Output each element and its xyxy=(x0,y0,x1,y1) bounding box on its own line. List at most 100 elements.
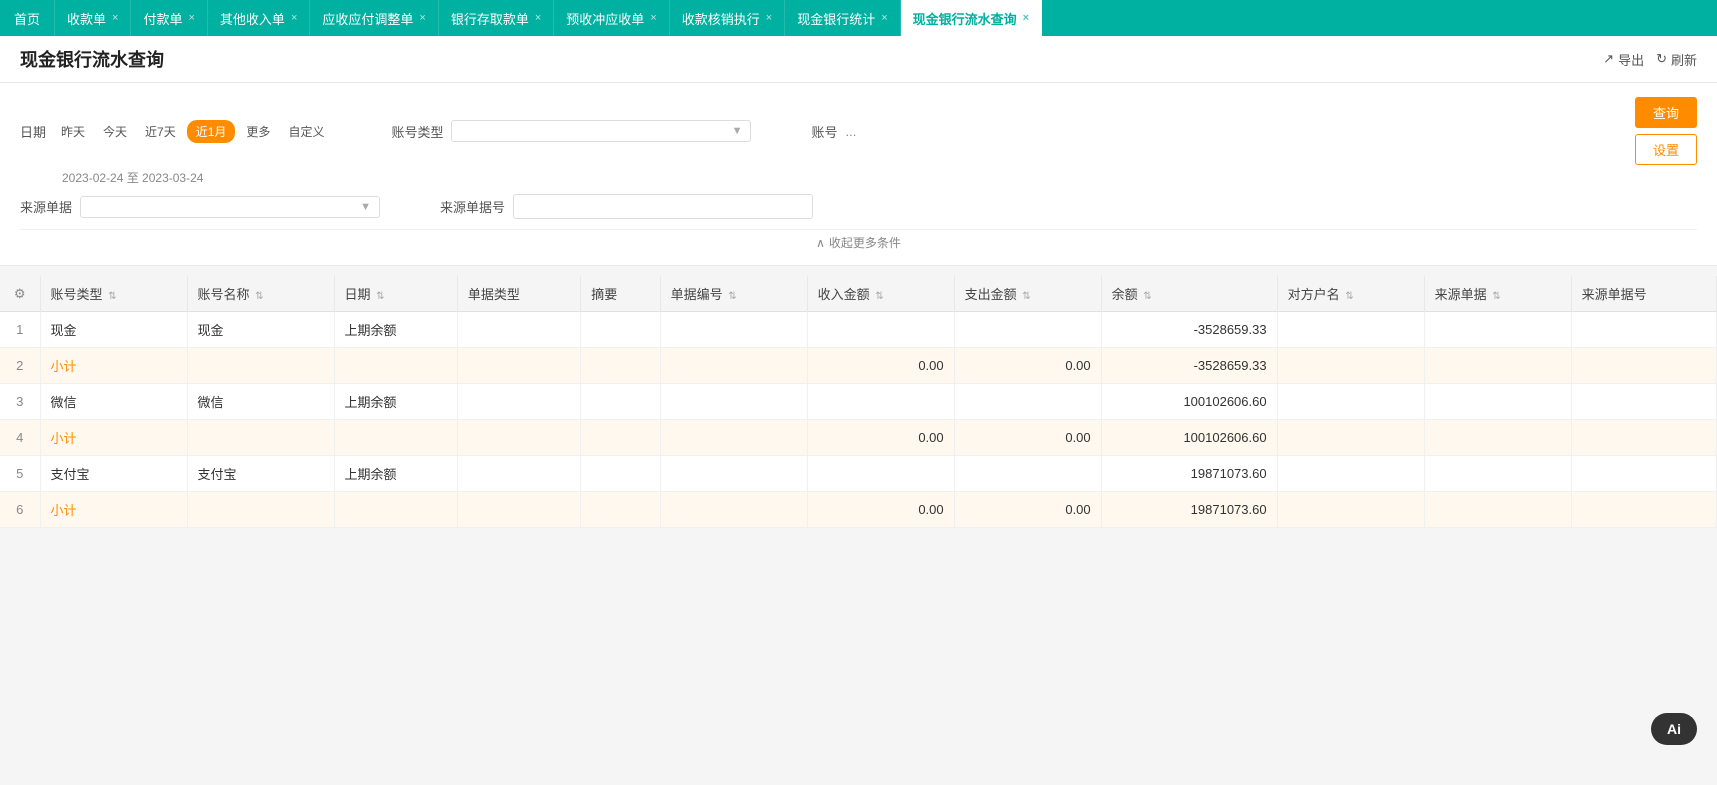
td-summary xyxy=(581,420,660,456)
td-source-doc xyxy=(1424,348,1571,384)
close-icon[interactable]: × xyxy=(188,12,194,24)
collapse-button[interactable]: ∧ 收起更多条件 xyxy=(816,234,901,251)
td-expense: 0.00 xyxy=(954,348,1101,384)
table-row[interactable]: 1 现金 现金 上期余额 -3528659.33 xyxy=(0,312,1717,348)
table-row[interactable]: 2 小计 0.00 0.00 -3528659.33 xyxy=(0,348,1717,384)
table-row[interactable]: 6 小计 0.00 0.00 19871073.60 xyxy=(0,492,1717,528)
td-index: 1 xyxy=(0,312,40,348)
nav-home[interactable]: 首页 xyxy=(0,0,55,36)
filter-row-2: 来源单据 ▼ 来源单据号 xyxy=(20,194,1697,219)
td-counterparty xyxy=(1277,456,1424,492)
close-icon[interactable]: × xyxy=(650,12,656,24)
close-icon[interactable]: × xyxy=(419,12,425,24)
td-account-type: 支付宝 xyxy=(40,456,187,492)
td-source-doc-no xyxy=(1571,492,1716,528)
table-row[interactable]: 5 支付宝 支付宝 上期余额 19871073.60 xyxy=(0,456,1717,492)
sort-icon-account-type[interactable]: ⇅ xyxy=(108,291,116,302)
td-doc-no xyxy=(660,456,807,492)
query-button[interactable]: 查询 xyxy=(1635,97,1697,128)
date-label: 日期 xyxy=(20,122,46,141)
filter-row-1: 日期 昨天 今天 近7天 近1月 更多 自定义 账号类型 ▼ 账号 ... xyxy=(20,97,1697,165)
close-icon[interactable]: × xyxy=(535,12,541,24)
source-doc-select[interactable]: ▼ xyxy=(80,196,380,218)
date-btn-1month[interactable]: 近1月 xyxy=(187,120,236,143)
td-date: 上期余额 xyxy=(334,384,457,420)
date-btn-more[interactable]: 更多 xyxy=(239,120,277,143)
nav-tab-4[interactable]: 银行存取款单 × xyxy=(439,0,554,36)
td-summary xyxy=(581,492,660,528)
td-source-doc xyxy=(1424,492,1571,528)
th-settings[interactable]: ⚙ xyxy=(0,276,40,312)
td-account-name xyxy=(187,420,334,456)
sort-icon-balance[interactable]: ⇅ xyxy=(1143,291,1151,302)
td-balance: 100102606.60 xyxy=(1101,420,1277,456)
th-source-doc-no: 来源单据号 xyxy=(1571,276,1716,312)
sort-icon-date[interactable]: ⇅ xyxy=(376,291,384,302)
td-source-doc-no xyxy=(1571,456,1716,492)
chevron-up-icon: ∧ xyxy=(816,236,825,250)
td-counterparty xyxy=(1277,384,1424,420)
source-doc-no-input[interactable] xyxy=(513,194,813,219)
sort-icon-source-doc[interactable]: ⇅ xyxy=(1492,291,1500,302)
nav-tab-1[interactable]: 付款单 × xyxy=(131,0,207,36)
th-income: 收入金额 ⇅ xyxy=(807,276,954,312)
td-index: 3 xyxy=(0,384,40,420)
td-index: 5 xyxy=(0,456,40,492)
collapse-row: ∧ 收起更多条件 xyxy=(20,229,1697,255)
close-icon[interactable]: × xyxy=(766,12,772,24)
td-source-doc xyxy=(1424,384,1571,420)
td-balance: -3528659.33 xyxy=(1101,312,1277,348)
account-type-label: 账号类型 xyxy=(391,122,443,141)
nav-tab-7[interactable]: 现金银行统计 × xyxy=(785,0,900,36)
sort-icon-income[interactable]: ⇅ xyxy=(875,291,883,302)
ai-badge[interactable]: Ai xyxy=(1651,713,1697,745)
td-summary xyxy=(581,384,660,420)
nav-tab-5[interactable]: 预收冲应收单 × xyxy=(554,0,669,36)
sort-icon-account-name[interactable]: ⇅ xyxy=(255,291,263,302)
td-account-name: 现金 xyxy=(187,312,334,348)
settings-button[interactable]: 设置 xyxy=(1635,134,1697,165)
nav-tab-8[interactable]: 现金银行流水查询 × xyxy=(901,0,1042,36)
td-doc-type xyxy=(457,348,580,384)
account-more-button[interactable]: ... xyxy=(845,118,856,145)
export-button[interactable]: ↗ 导出 xyxy=(1603,50,1644,69)
date-range-text: 2023-02-24 至 2023-03-24 xyxy=(62,171,203,185)
td-income xyxy=(807,456,954,492)
sort-icon-counterparty[interactable]: ⇅ xyxy=(1345,291,1353,302)
td-doc-no xyxy=(660,492,807,528)
account-type-select[interactable]: ▼ xyxy=(451,120,751,142)
td-account-type: 小计 xyxy=(40,420,187,456)
th-doc-no: 单据编号 ⇅ xyxy=(660,276,807,312)
export-icon: ↗ xyxy=(1603,51,1614,67)
chevron-down-icon-2: ▼ xyxy=(360,201,371,213)
td-index: 2 xyxy=(0,348,40,384)
table-row[interactable]: 3 微信 微信 上期余额 100102606.60 xyxy=(0,384,1717,420)
date-btn-7days[interactable]: 近7天 xyxy=(138,120,183,143)
gear-icon[interactable]: ⚙ xyxy=(14,286,26,301)
close-icon[interactable]: × xyxy=(1023,12,1029,24)
close-icon[interactable]: × xyxy=(112,12,118,24)
sort-icon-expense[interactable]: ⇅ xyxy=(1022,291,1030,302)
account-type-filter-group: 账号类型 ▼ xyxy=(391,120,751,142)
sort-icon-doc-no[interactable]: ⇅ xyxy=(728,291,736,302)
nav-tab-2[interactable]: 其他收入单 × xyxy=(208,0,310,36)
td-date xyxy=(334,348,457,384)
refresh-button[interactable]: ↻ 刷新 xyxy=(1656,50,1697,69)
nav-tab-6[interactable]: 收款核销执行 × xyxy=(670,0,785,36)
th-summary: 摘要 xyxy=(581,276,660,312)
date-btn-custom[interactable]: 自定义 xyxy=(281,120,331,143)
close-icon[interactable]: × xyxy=(291,12,297,24)
nav-tab-0[interactable]: 收款单 × xyxy=(55,0,131,36)
th-date: 日期 ⇅ xyxy=(334,276,457,312)
td-doc-type xyxy=(457,456,580,492)
date-btn-yesterday[interactable]: 昨天 xyxy=(54,120,92,143)
date-btn-today[interactable]: 今天 xyxy=(96,120,134,143)
table-row[interactable]: 4 小计 0.00 0.00 100102606.60 xyxy=(0,420,1717,456)
date-shortcuts: 昨天 今天 近7天 近1月 更多 自定义 xyxy=(54,120,331,143)
close-icon[interactable]: × xyxy=(881,12,887,24)
td-balance: 19871073.60 xyxy=(1101,456,1277,492)
nav-tab-3[interactable]: 应收应付调整单 × xyxy=(310,0,438,36)
header-actions: ↗ 导出 ↻ 刷新 xyxy=(1603,50,1697,69)
td-doc-type xyxy=(457,384,580,420)
th-counterparty: 对方户名 ⇅ xyxy=(1277,276,1424,312)
